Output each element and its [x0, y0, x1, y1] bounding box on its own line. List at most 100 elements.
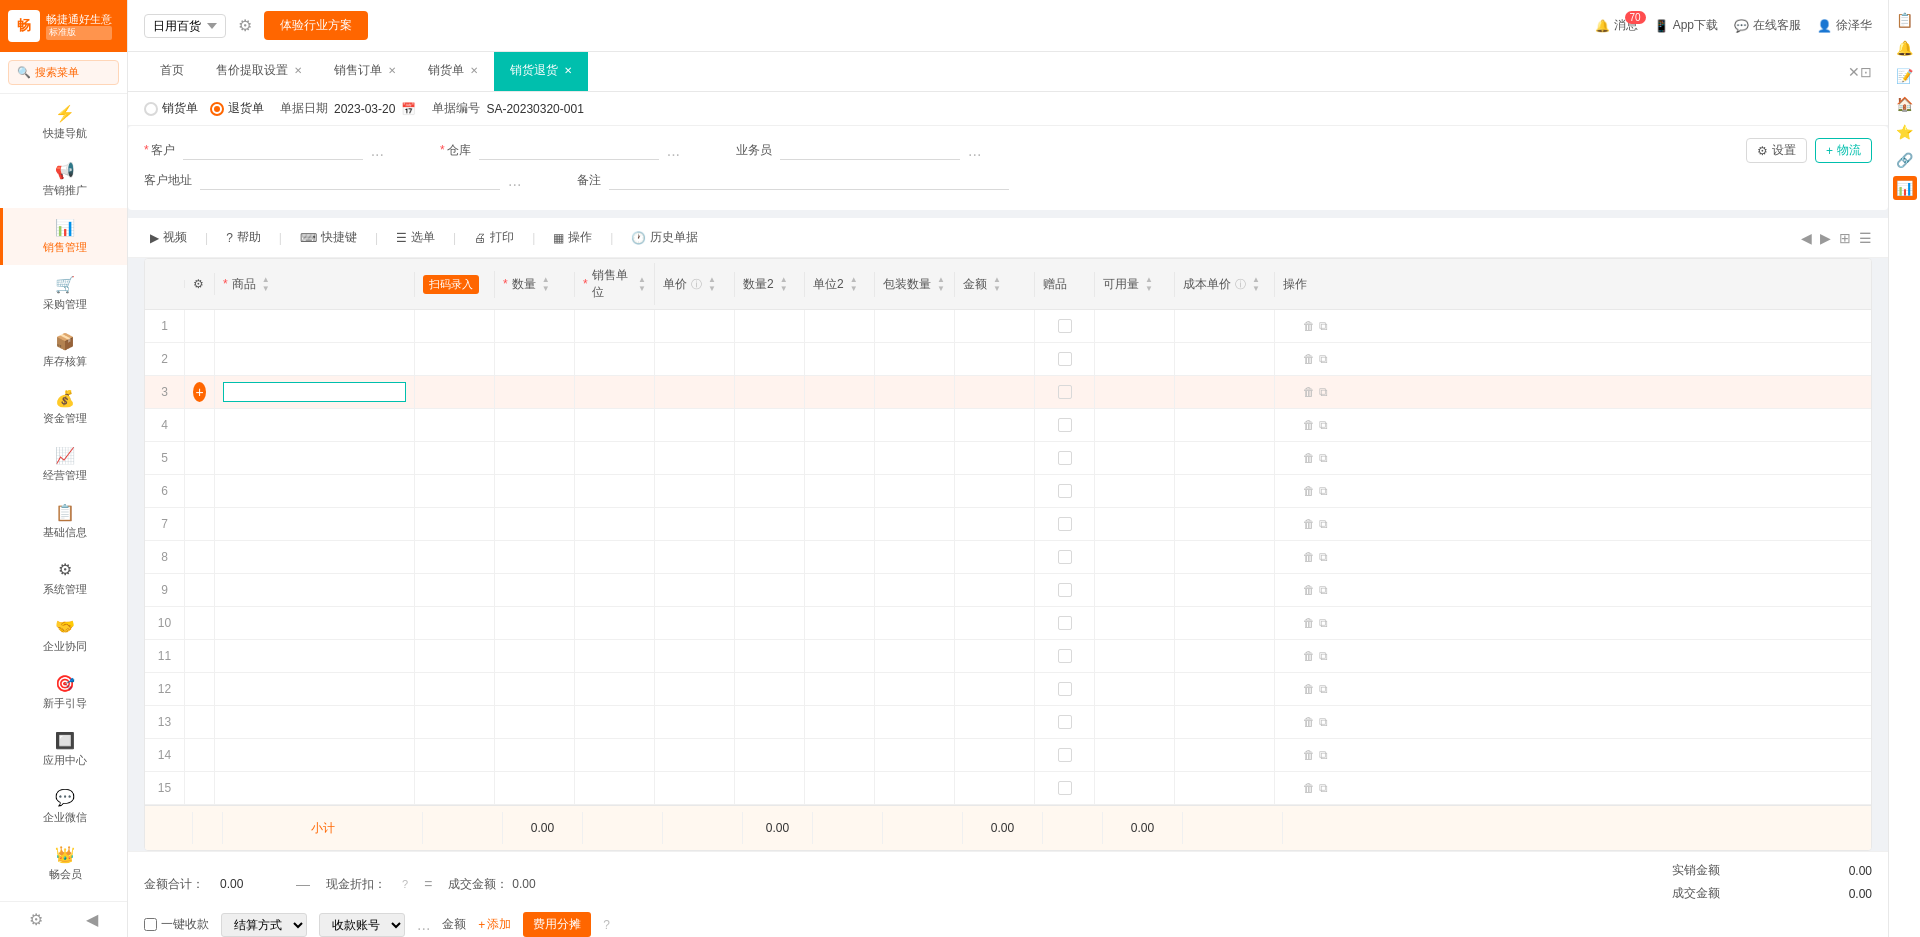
topbar-settings-button[interactable]: ⚙ [238, 16, 252, 35]
add-row-cell[interactable]: + [185, 376, 215, 408]
ops-cell-3[interactable]: 🗑 ⧉ [1275, 376, 1355, 408]
copy-icon-5[interactable]: ⧉ [1319, 451, 1328, 465]
sidebar-item-apps[interactable]: 🔲应用中心 [0, 721, 127, 778]
sidebar-settings-button[interactable]: ⚙ [29, 910, 43, 929]
avail-cell-8[interactable] [1095, 541, 1175, 573]
price-cell-11[interactable] [655, 640, 735, 672]
customer-dots-button[interactable]: ... [371, 142, 384, 160]
settings-button[interactable]: ⚙ 设置 [1746, 138, 1807, 163]
qty2-cell-15[interactable] [735, 772, 805, 804]
copy-icon-13[interactable]: ⧉ [1319, 715, 1328, 729]
pkg-cell-2[interactable] [875, 343, 955, 375]
copy-icon-1[interactable]: ⧉ [1319, 319, 1328, 333]
product-cell-4[interactable] [215, 409, 415, 441]
amount-cell-5[interactable] [955, 442, 1035, 474]
gift-cell-1[interactable] [1035, 310, 1095, 342]
product-cell-12[interactable] [215, 673, 415, 705]
table-row[interactable]: 11 🗑 ⧉ [145, 640, 1871, 673]
delete-icon-1[interactable]: 🗑 [1303, 319, 1315, 333]
table-row[interactable]: 5 🗑 ⧉ [145, 442, 1871, 475]
gift-checkbox-2[interactable] [1058, 352, 1072, 366]
ops-cell-12[interactable]: 🗑 ⧉ [1275, 673, 1355, 705]
sidebar-item-operations[interactable]: 📈经营管理 [0, 436, 127, 493]
gift-checkbox-9[interactable] [1058, 583, 1072, 597]
table-row[interactable]: 12 🗑 ⧉ [145, 673, 1871, 706]
table-row[interactable]: 8 🗑 ⧉ [145, 541, 1871, 574]
avail-cell-1[interactable] [1095, 310, 1175, 342]
sidebar-collapse-button[interactable]: ◀ [86, 910, 98, 929]
prev-record-button[interactable]: ◀ [1801, 230, 1812, 246]
address-input[interactable] [200, 171, 500, 190]
unit2-sort[interactable]: ▲▼ [850, 276, 858, 293]
unit2-cell-7[interactable] [805, 508, 875, 540]
qty2-cell-14[interactable] [735, 739, 805, 771]
cost-sort[interactable]: ▲▼ [1252, 276, 1260, 293]
gift-checkbox-1[interactable] [1058, 319, 1072, 333]
table-row[interactable]: 3+ 🗑 ⧉ [145, 376, 1871, 409]
pkg-cell-12[interactable] [875, 673, 955, 705]
price-cell-14[interactable] [655, 739, 735, 771]
delete-icon-4[interactable]: 🗑 [1303, 418, 1315, 432]
warehouse-input[interactable]: 总仓 [479, 141, 659, 160]
copy-icon-10[interactable]: ⧉ [1319, 616, 1328, 630]
qty2-cell-5[interactable] [735, 442, 805, 474]
qty-cell-12[interactable] [495, 673, 575, 705]
pkg-cell-4[interactable] [875, 409, 955, 441]
expense-split-button[interactable]: 费用分摊 [523, 912, 591, 937]
gift-cell-6[interactable] [1035, 475, 1095, 507]
pkg-cell-9[interactable] [875, 574, 955, 606]
price-sort[interactable]: ▲▼ [708, 276, 716, 293]
table-row[interactable]: 13 🗑 ⧉ [145, 706, 1871, 739]
qty-cell-3[interactable] [495, 376, 575, 408]
product-cell-10[interactable] [215, 607, 415, 639]
tab-sales-return[interactable]: 销货退货✕ [494, 52, 588, 91]
price-cell-5[interactable] [655, 442, 735, 474]
customer-input[interactable] [183, 141, 363, 160]
product-input-3[interactable] [223, 382, 406, 402]
online-service-button[interactable]: 💬 在线客服 [1734, 17, 1801, 34]
delete-icon-8[interactable]: 🗑 [1303, 550, 1315, 564]
ops-cell-11[interactable]: 🗑 ⧉ [1275, 640, 1355, 672]
gift-cell-7[interactable] [1035, 508, 1095, 540]
qty-cell-9[interactable] [495, 574, 575, 606]
unit-cell-14[interactable] [575, 739, 655, 771]
qty2-cell-9[interactable] [735, 574, 805, 606]
discount-info-icon[interactable]: ? [402, 878, 408, 890]
gift-cell-11[interactable] [1035, 640, 1095, 672]
unit2-cell-8[interactable] [805, 541, 875, 573]
avail-cell-7[interactable] [1095, 508, 1175, 540]
next-record-button[interactable]: ▶ [1820, 230, 1831, 246]
tab-sales-order[interactable]: 销售订单✕ [318, 52, 412, 91]
gift-checkbox-11[interactable] [1058, 649, 1072, 663]
table-row[interactable]: 2 🗑 ⧉ [145, 343, 1871, 376]
sale-bill-radio[interactable]: 销货单 [144, 100, 198, 117]
qty-cell-10[interactable] [495, 607, 575, 639]
qty-cell-11[interactable] [495, 640, 575, 672]
video-button[interactable]: ▶ 视频 [144, 226, 193, 249]
unit-cell-10[interactable] [575, 607, 655, 639]
unit2-cell-12[interactable] [805, 673, 875, 705]
delete-icon-6[interactable]: 🗑 [1303, 484, 1315, 498]
unit-cell-9[interactable] [575, 574, 655, 606]
unit2-cell-14[interactable] [805, 739, 875, 771]
qty2-sort[interactable]: ▲▼ [780, 276, 788, 293]
qty2-cell-1[interactable] [735, 310, 805, 342]
unit2-cell-11[interactable] [805, 640, 875, 672]
table-row[interactable]: 9 🗑 ⧉ [145, 574, 1871, 607]
category-select[interactable]: 日用百货 [144, 14, 226, 38]
price-cell-9[interactable] [655, 574, 735, 606]
copy-icon-15[interactable]: ⧉ [1319, 781, 1328, 795]
sidebar-item-system[interactable]: ⚙系统管理 [0, 550, 127, 607]
unit2-cell-13[interactable] [805, 706, 875, 738]
price-cell-3[interactable] [655, 376, 735, 408]
cost-info-icon[interactable]: ⓘ [1235, 277, 1246, 292]
unit-cell-2[interactable] [575, 343, 655, 375]
product-cell-14[interactable] [215, 739, 415, 771]
pkg-cell-13[interactable] [875, 706, 955, 738]
gift-cell-12[interactable] [1035, 673, 1095, 705]
qty2-cell-6[interactable] [735, 475, 805, 507]
ops-cell-9[interactable]: 🗑 ⧉ [1275, 574, 1355, 606]
ops-cell-6[interactable]: 🗑 ⧉ [1275, 475, 1355, 507]
qty-cell-4[interactable] [495, 409, 575, 441]
delete-icon-2[interactable]: 🗑 [1303, 352, 1315, 366]
